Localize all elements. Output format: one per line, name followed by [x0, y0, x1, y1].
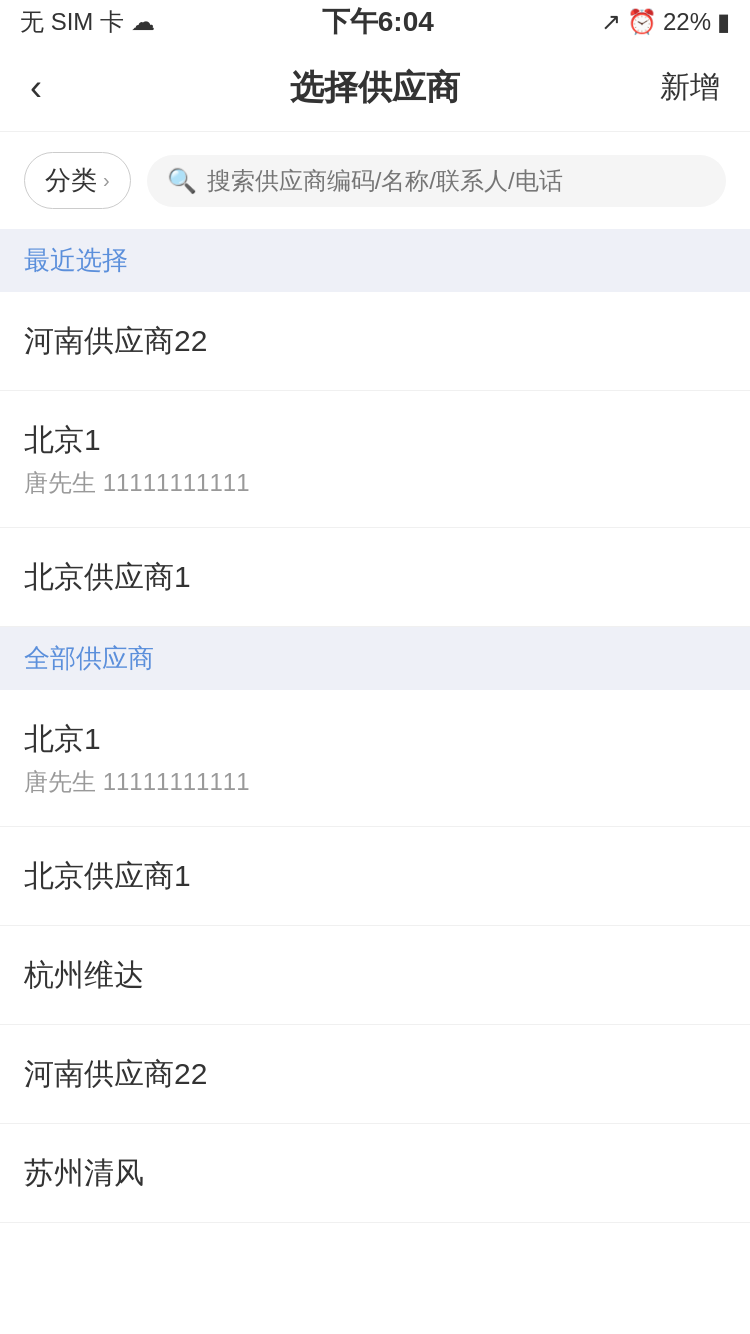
- list-item[interactable]: 北京供应商1: [0, 827, 750, 926]
- recent-section-title: 最近选择: [24, 245, 128, 275]
- recent-items-list: 河南供应商22 北京1 唐先生 11111111111 北京供应商1: [0, 292, 750, 627]
- item-name: 北京1: [24, 419, 726, 461]
- list-item[interactable]: 北京1 唐先生 11111111111: [0, 391, 750, 528]
- list-item[interactable]: 北京供应商1: [0, 528, 750, 627]
- item-sub: 唐先生 11111111111: [24, 467, 726, 499]
- chevron-right-icon: ›: [103, 169, 110, 192]
- status-bar: 无 SIM 卡 ☁ 下午6:04 ↗ ⏰ 22% ▮: [0, 0, 750, 44]
- alarm-icon: ⏰: [627, 8, 657, 36]
- sim-status: 无 SIM 卡 ☁: [20, 6, 155, 38]
- search-bar: 分类 › 🔍: [0, 132, 750, 229]
- recent-section-header: 最近选择: [0, 229, 750, 292]
- status-right: ↗ ⏰ 22% ▮: [601, 8, 730, 36]
- item-name: 北京1: [24, 718, 726, 760]
- page-title: 选择供应商: [290, 65, 460, 111]
- search-input-wrap: 🔍: [147, 155, 726, 207]
- list-item[interactable]: 河南供应商22: [0, 1025, 750, 1124]
- item-name: 北京供应商1: [24, 556, 726, 598]
- category-label: 分类: [45, 163, 97, 198]
- list-item[interactable]: 北京1 唐先生 11111111111: [0, 690, 750, 827]
- item-name: 杭州维达: [24, 954, 726, 996]
- battery-icon: ▮: [717, 8, 730, 36]
- new-supplier-button[interactable]: 新增: [660, 67, 720, 108]
- battery-level: 22%: [663, 8, 711, 36]
- search-icon: 🔍: [167, 167, 197, 195]
- category-filter-button[interactable]: 分类 ›: [24, 152, 131, 209]
- item-name: 北京供应商1: [24, 855, 726, 897]
- all-section-title: 全部供应商: [24, 643, 154, 673]
- all-items-list: 北京1 唐先生 11111111111 北京供应商1 杭州维达河南供应商22 苏州清风: [0, 690, 750, 1223]
- back-button[interactable]: ‹: [30, 67, 90, 109]
- all-section-header: 全部供应商: [0, 627, 750, 690]
- status-left: 无 SIM 卡 ☁: [20, 6, 155, 38]
- list-item[interactable]: 杭州维达: [0, 926, 750, 1025]
- item-name: 河南供应商22: [24, 1053, 726, 1095]
- list-item[interactable]: 河南供应商22: [0, 292, 750, 391]
- search-input[interactable]: [207, 167, 706, 195]
- item-name: 河南供应商22: [24, 320, 726, 362]
- item-name: 苏州清风: [24, 1152, 726, 1194]
- location-icon: ↗: [601, 8, 621, 36]
- status-time: 下午6:04: [322, 3, 434, 41]
- item-sub: 唐先生 11111111111: [24, 766, 726, 798]
- list-item[interactable]: 苏州清风: [0, 1124, 750, 1223]
- nav-bar: ‹ 选择供应商 新增: [0, 44, 750, 132]
